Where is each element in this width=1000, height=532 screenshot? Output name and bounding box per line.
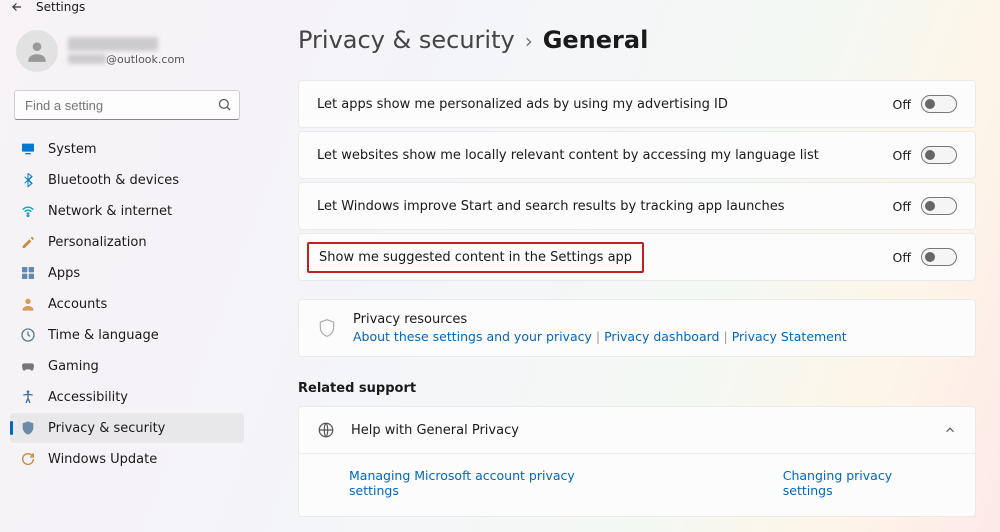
resources-link-about[interactable]: About these settings and your privacy bbox=[353, 329, 592, 344]
nav-label: Bluetooth & devices bbox=[48, 173, 179, 188]
nav-label: Accounts bbox=[48, 297, 107, 312]
toggle-switch[interactable] bbox=[921, 146, 957, 164]
nav-label: Windows Update bbox=[48, 452, 157, 467]
nav-label: System bbox=[48, 142, 96, 157]
related-support-heading: Related support bbox=[298, 381, 976, 396]
support-panel: Help with General Privacy Managing Micro… bbox=[298, 406, 976, 517]
back-button[interactable] bbox=[10, 0, 24, 14]
breadcrumb: Privacy & security › General bbox=[298, 26, 976, 54]
nav-bluetooth[interactable]: Bluetooth & devices bbox=[10, 165, 244, 195]
search-box[interactable] bbox=[14, 90, 240, 120]
resources-link-statement[interactable]: Privacy Statement bbox=[732, 329, 847, 344]
shield-outline-icon bbox=[317, 317, 337, 339]
toggle-switch[interactable] bbox=[921, 248, 957, 266]
nav-accessibility[interactable]: Accessibility bbox=[10, 382, 244, 412]
support-expander[interactable]: Help with General Privacy bbox=[299, 407, 975, 453]
toggle-row-suggested[interactable]: Show me suggested content in the Setting… bbox=[298, 233, 976, 281]
resources-link-dashboard[interactable]: Privacy dashboard bbox=[604, 329, 719, 344]
toggle-label: Let Windows improve Start and search res… bbox=[317, 199, 784, 214]
support-link-manage[interactable]: Managing Microsoft account privacy setti… bbox=[349, 468, 593, 498]
user-name bbox=[68, 37, 158, 51]
toggle-state: Off bbox=[893, 250, 911, 265]
gamepad-icon bbox=[20, 358, 36, 374]
brush-icon bbox=[20, 234, 36, 250]
resources-title: Privacy resources bbox=[353, 312, 847, 327]
chevron-up-icon bbox=[943, 423, 957, 437]
toggle-row-locale[interactable]: Let websites show me locally relevant co… bbox=[298, 131, 976, 179]
avatar bbox=[16, 30, 58, 72]
nav: System Bluetooth & devices Network & int… bbox=[10, 134, 244, 474]
nav-apps[interactable]: Apps bbox=[10, 258, 244, 288]
nav-label: Network & internet bbox=[48, 204, 172, 219]
toggle-label: Show me suggested content in the Setting… bbox=[307, 242, 644, 273]
sidebar: @outlook.com System Bluetooth & devices bbox=[0, 14, 250, 532]
toggle-state: Off bbox=[893, 97, 911, 112]
breadcrumb-current: General bbox=[543, 26, 649, 54]
nav-label: Gaming bbox=[48, 359, 99, 374]
main-content: Privacy & security › General Let apps sh… bbox=[250, 14, 1000, 532]
nav-label: Personalization bbox=[48, 235, 147, 250]
search-icon bbox=[217, 97, 232, 112]
update-icon bbox=[20, 451, 36, 467]
privacy-resources-tile[interactable]: Privacy resources About these settings a… bbox=[298, 299, 976, 357]
toggle-switch[interactable] bbox=[921, 95, 957, 113]
person-icon bbox=[20, 296, 36, 312]
user-block[interactable]: @outlook.com bbox=[10, 26, 244, 90]
toggle-row-ads[interactable]: Let apps show me personalized ads by usi… bbox=[298, 80, 976, 128]
toggle-row-tracking[interactable]: Let Windows improve Start and search res… bbox=[298, 182, 976, 230]
monitor-icon bbox=[20, 141, 36, 157]
support-title: Help with General Privacy bbox=[351, 423, 927, 438]
user-email-suffix: @outlook.com bbox=[106, 53, 185, 66]
nav-label: Time & language bbox=[48, 328, 159, 343]
nav-label: Accessibility bbox=[48, 390, 128, 405]
globe-icon bbox=[317, 421, 335, 439]
bluetooth-icon bbox=[20, 172, 36, 188]
search-input[interactable] bbox=[14, 90, 240, 120]
wifi-icon bbox=[20, 203, 36, 219]
toggle-label: Let websites show me locally relevant co… bbox=[317, 148, 819, 163]
accessibility-icon bbox=[20, 389, 36, 405]
nav-accounts[interactable]: Accounts bbox=[10, 289, 244, 319]
toggle-state: Off bbox=[893, 148, 911, 163]
nav-personalization[interactable]: Personalization bbox=[10, 227, 244, 257]
apps-icon bbox=[20, 265, 36, 281]
clock-icon bbox=[20, 327, 36, 343]
breadcrumb-parent[interactable]: Privacy & security bbox=[298, 26, 515, 54]
support-link-change[interactable]: Changing privacy settings bbox=[783, 468, 925, 498]
nav-system[interactable]: System bbox=[10, 134, 244, 164]
toggle-state: Off bbox=[893, 199, 911, 214]
nav-time[interactable]: Time & language bbox=[10, 320, 244, 350]
shield-icon bbox=[20, 420, 36, 436]
nav-label: Apps bbox=[48, 266, 80, 281]
user-email-prefix bbox=[68, 54, 106, 64]
nav-gaming[interactable]: Gaming bbox=[10, 351, 244, 381]
nav-update[interactable]: Windows Update bbox=[10, 444, 244, 474]
nav-network[interactable]: Network & internet bbox=[10, 196, 244, 226]
toggle-switch[interactable] bbox=[921, 197, 957, 215]
toggle-label: Let apps show me personalized ads by usi… bbox=[317, 97, 728, 112]
window-title: Settings bbox=[36, 0, 85, 14]
nav-label: Privacy & security bbox=[48, 421, 165, 436]
breadcrumb-separator: › bbox=[525, 29, 533, 53]
nav-privacy[interactable]: Privacy & security bbox=[10, 413, 244, 443]
